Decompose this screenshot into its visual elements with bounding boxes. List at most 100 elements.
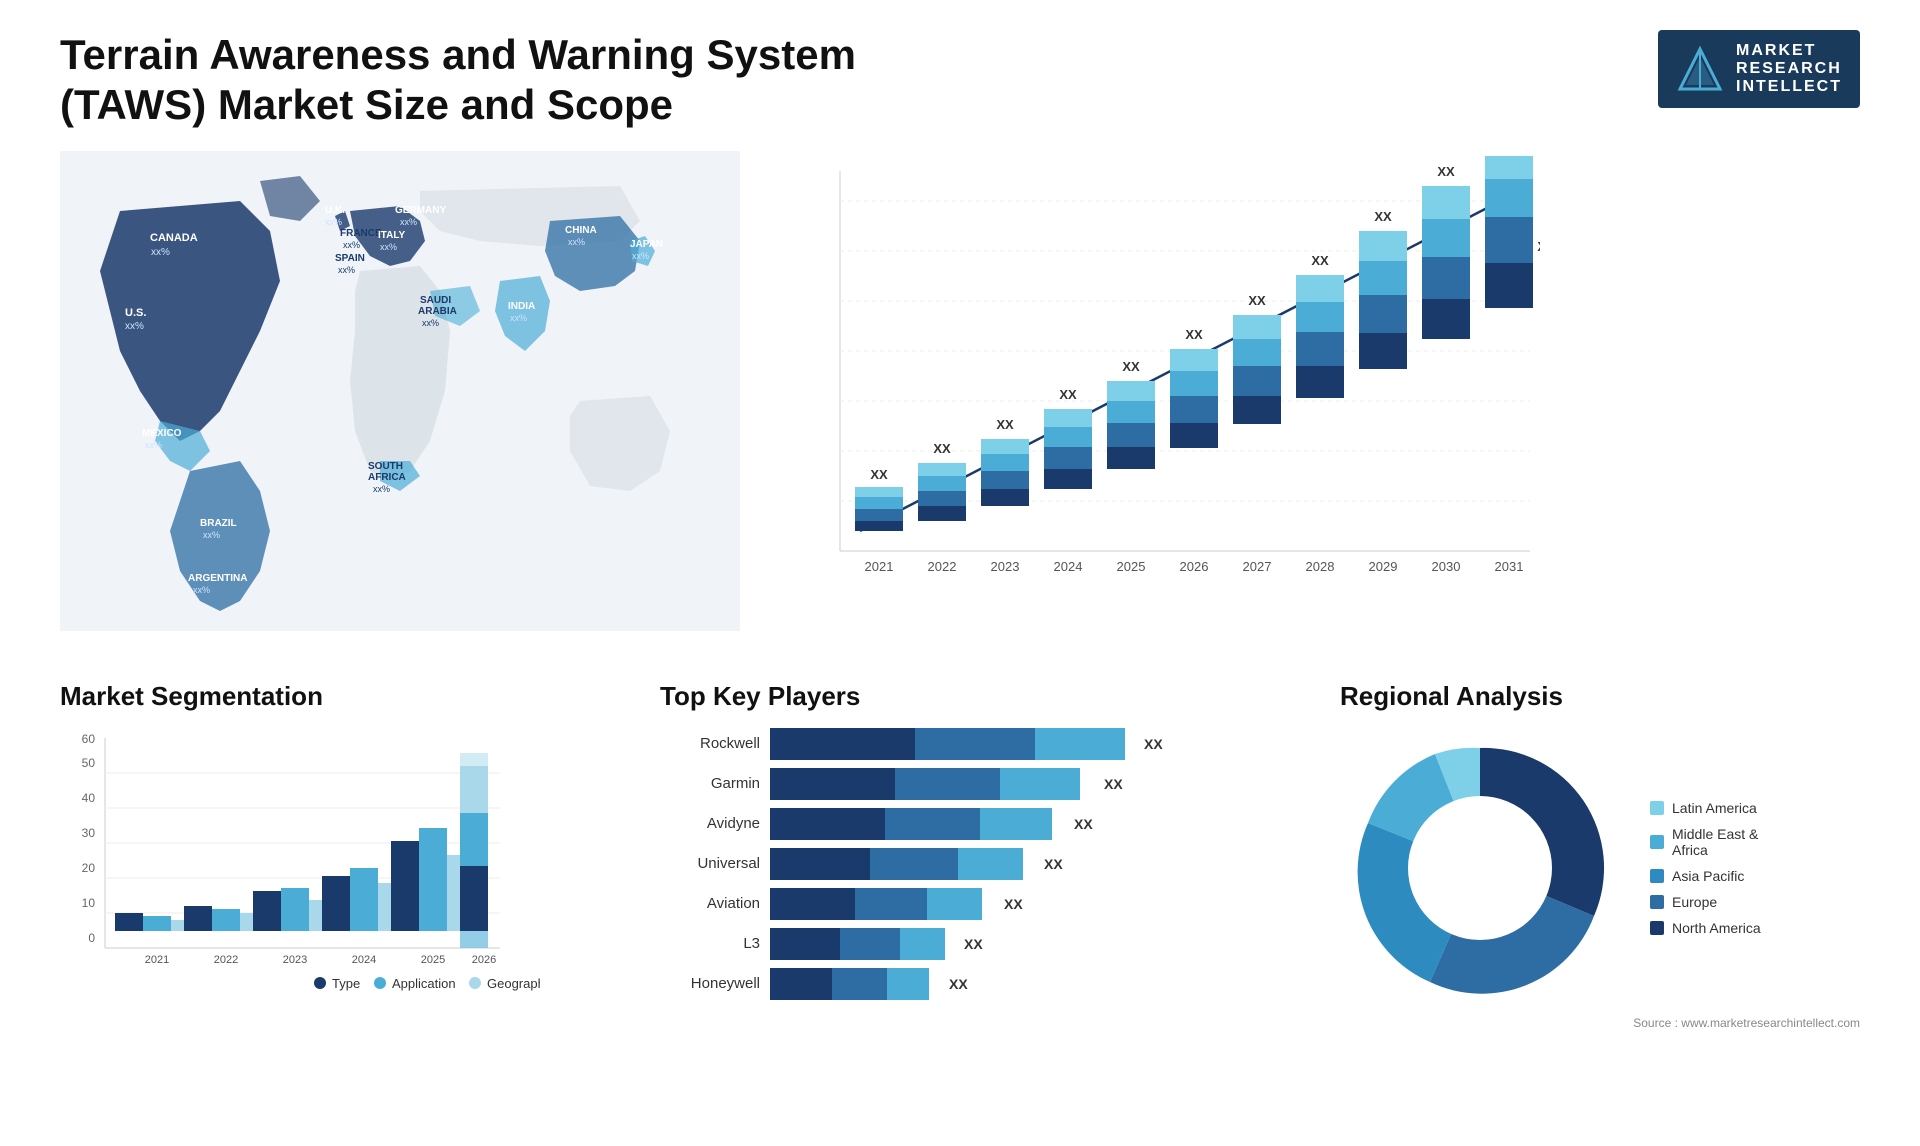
svg-text:XX: XX [1059, 387, 1077, 402]
player-bar-value: XX [964, 936, 983, 952]
svg-text:0: 0 [88, 931, 95, 945]
segmentation-section: Market Segmentation 0 10 20 30 40 50 60 [60, 681, 600, 1030]
player-bar-container: XX [770, 768, 1280, 800]
svg-text:U.S.: U.S. [125, 307, 146, 319]
svg-text:xx%: xx% [338, 265, 355, 275]
svg-text:2028: 2028 [1306, 559, 1335, 574]
legend-label: Asia Pacific [1672, 868, 1744, 884]
svg-text:INDIA: INDIA [508, 301, 535, 312]
legend-color [1650, 921, 1664, 935]
svg-text:xx%: xx% [151, 247, 170, 258]
player-name: Garmin [660, 775, 760, 792]
player-row: Universal XX [660, 848, 1280, 880]
svg-text:xx%: xx% [145, 440, 162, 450]
source-text: Source : www.marketresearchintellect.com [1340, 1016, 1860, 1030]
player-row: Avidyne XX [660, 808, 1280, 840]
svg-text:XX: XX [1537, 239, 1540, 254]
player-name: Universal [660, 855, 760, 872]
svg-text:2025: 2025 [421, 954, 445, 966]
svg-text:2024: 2024 [1054, 559, 1083, 574]
svg-text:ARABIA: ARABIA [418, 306, 457, 317]
svg-text:xx%: xx% [373, 484, 390, 494]
map-section: CANADA xx% U.S. xx% MEXICO xx% BRAZIL xx… [60, 151, 740, 651]
svg-text:50: 50 [82, 756, 96, 770]
svg-text:GERMANY: GERMANY [395, 205, 446, 216]
svg-text:xx%: xx% [422, 318, 439, 328]
player-row: Honeywell XX [660, 968, 1280, 1000]
svg-text:SPAIN: SPAIN [335, 253, 365, 264]
world-map-container: CANADA xx% U.S. xx% MEXICO xx% BRAZIL xx… [60, 151, 740, 651]
svg-text:xx%: xx% [568, 237, 585, 247]
svg-text:SOUTH: SOUTH [368, 461, 403, 472]
svg-text:XX: XX [933, 441, 951, 456]
svg-text:CANADA: CANADA [150, 232, 198, 244]
legend-item-north-america: North America [1650, 920, 1761, 936]
player-bar-value: XX [1044, 856, 1063, 872]
legend-item-middle-east: Middle East &Africa [1650, 826, 1761, 858]
player-name: Rockwell [660, 735, 760, 752]
player-name: Aviation [660, 895, 760, 912]
svg-text:2030: 2030 [1432, 559, 1461, 574]
regional-title: Regional Analysis [1340, 681, 1860, 712]
player-bar-value: XX [1004, 896, 1023, 912]
svg-text:2021: 2021 [865, 559, 894, 574]
top-players-section: Top Key Players Rockwell XX [630, 681, 1310, 1030]
svg-text:JAPAN: JAPAN [630, 239, 663, 250]
player-row: Rockwell XX [660, 728, 1280, 760]
svg-text:CHINA: CHINA [565, 225, 597, 236]
player-bar-container: XX [770, 728, 1280, 760]
svg-text:BRAZIL: BRAZIL [200, 518, 237, 529]
legend-color [1650, 869, 1664, 883]
players-list: Rockwell XX Garmin [660, 728, 1280, 1000]
svg-text:xx%: xx% [325, 217, 342, 227]
svg-text:Geography: Geography [487, 976, 540, 991]
page-container: Terrain Awareness and Warning System (TA… [0, 0, 1920, 1146]
svg-text:2022: 2022 [928, 559, 957, 574]
bar-chart-container: XX 2021 XX 2022 XX [800, 151, 1860, 651]
player-bar-value: XX [1144, 736, 1163, 752]
bottom-sections: Market Segmentation 0 10 20 30 40 50 60 [60, 681, 1860, 1030]
svg-text:ARGENTINA: ARGENTINA [188, 573, 247, 584]
svg-text:2031: 2031 [1495, 559, 1524, 574]
player-bar-value: XX [1104, 776, 1123, 792]
legend-color [1650, 835, 1664, 849]
page-title: Terrain Awareness and Warning System (TA… [60, 30, 920, 131]
legend-color [1650, 895, 1664, 909]
player-row: L3 XX [660, 928, 1280, 960]
legend-item-asia-pacific: Asia Pacific [1650, 868, 1761, 884]
svg-text:XX: XX [870, 467, 888, 482]
svg-text:20: 20 [82, 861, 96, 875]
donut-legend: Latin America Middle East &Africa Asia P… [1650, 800, 1761, 936]
svg-text:ITALY: ITALY [378, 230, 406, 241]
svg-text:30: 30 [82, 826, 96, 840]
bar-chart-section: XX 2021 XX 2022 XX [760, 151, 1860, 651]
svg-text:xx%: xx% [380, 242, 397, 252]
legend-item-latin-america: Latin America [1650, 800, 1761, 816]
svg-text:xx%: xx% [193, 585, 210, 595]
player-bar-container: XX [770, 928, 1280, 960]
svg-text:xx%: xx% [632, 251, 649, 261]
logo-text: MARKET RESEARCH INTELLECT [1736, 42, 1842, 96]
svg-text:XX: XX [1311, 253, 1329, 268]
svg-text:XX: XX [1122, 359, 1140, 374]
svg-text:SAUDI: SAUDI [420, 295, 451, 306]
svg-text:60: 60 [82, 732, 96, 746]
svg-text:XX: XX [996, 417, 1014, 432]
player-bar-container: XX [770, 808, 1280, 840]
player-name: Honeywell [660, 975, 760, 992]
svg-text:xx%: xx% [343, 240, 360, 250]
svg-text:10: 10 [82, 896, 96, 910]
legend-item-europe: Europe [1650, 894, 1761, 910]
svg-text:2026: 2026 [1180, 559, 1209, 574]
player-name: L3 [660, 935, 760, 952]
player-row: Aviation XX [660, 888, 1280, 920]
player-name: Avidyne [660, 815, 760, 832]
svg-text:XX: XX [1374, 209, 1392, 224]
svg-text:xx%: xx% [203, 530, 220, 540]
svg-text:40: 40 [82, 791, 96, 805]
logo-container: MARKET RESEARCH INTELLECT [1658, 30, 1860, 108]
svg-text:xx%: xx% [510, 313, 527, 323]
player-bar-container: XX [770, 968, 1280, 1000]
logo-box: MARKET RESEARCH INTELLECT [1658, 30, 1860, 108]
players-title: Top Key Players [660, 681, 1280, 712]
